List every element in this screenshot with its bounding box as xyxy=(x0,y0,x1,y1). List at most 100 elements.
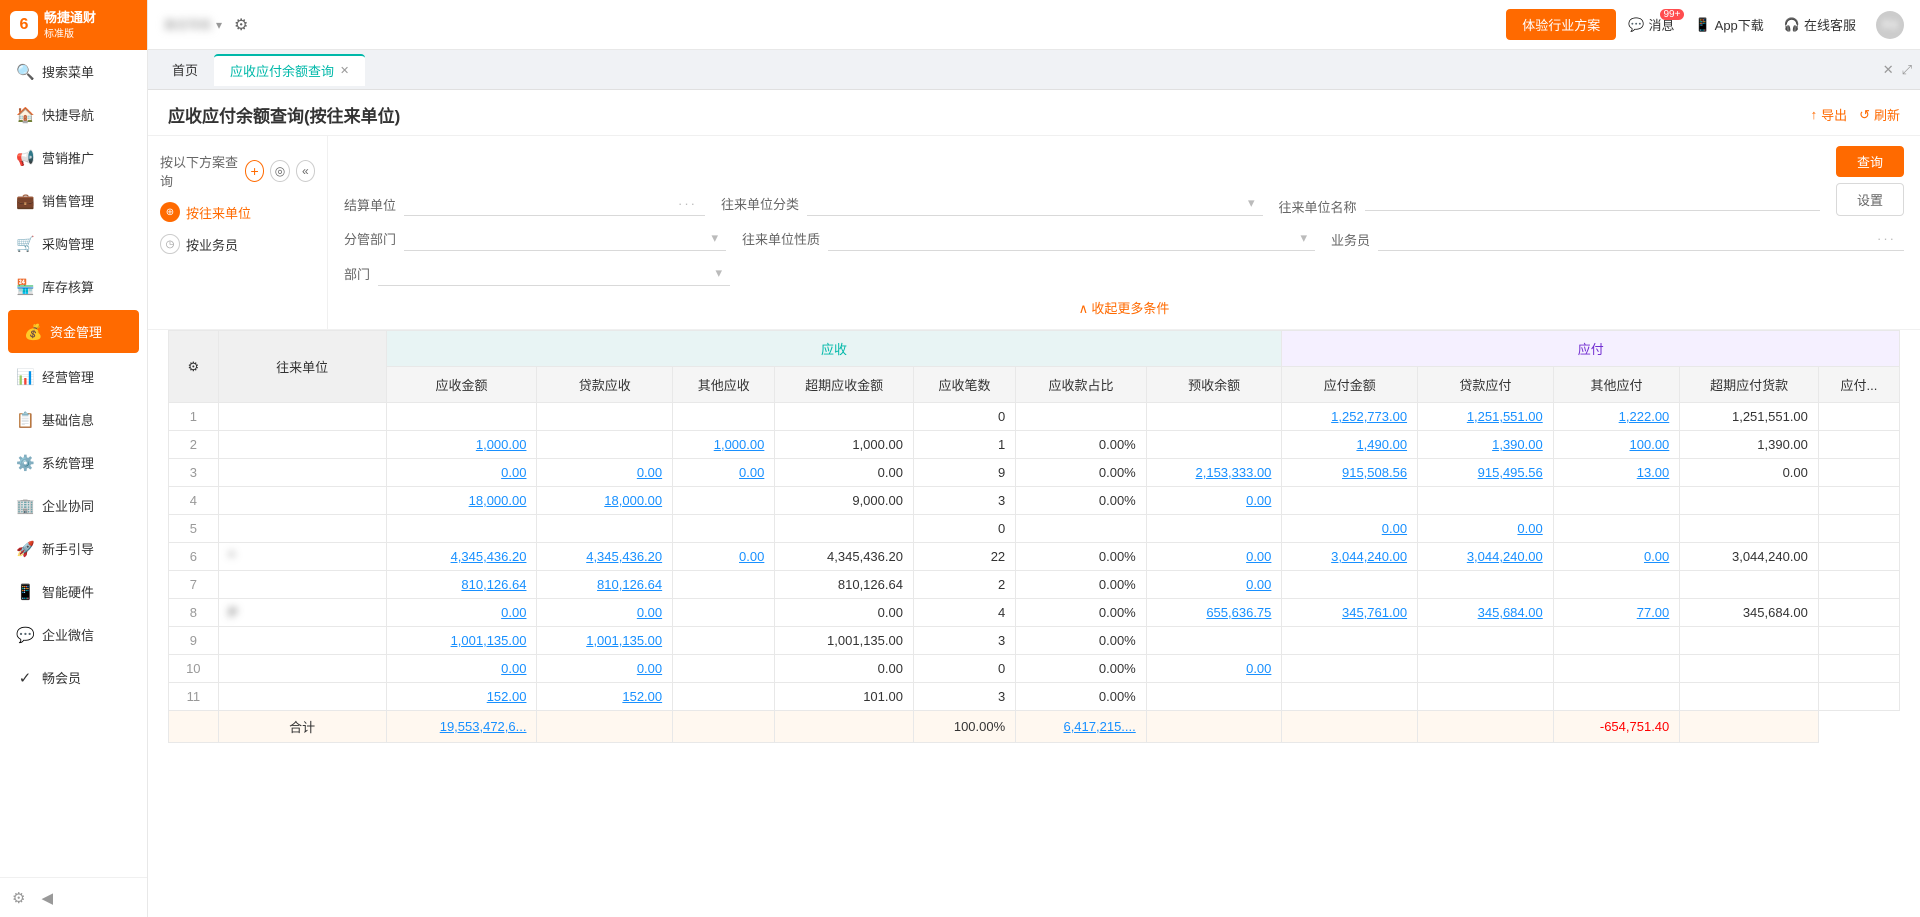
dept-select[interactable]: ▾ xyxy=(378,261,730,286)
table-cell[interactable]: 0.00 xyxy=(537,599,673,627)
sidebar-item-enterprise[interactable]: 🏢 企业协同 xyxy=(0,484,147,527)
table-cell[interactable]: 1,490.00 xyxy=(1282,431,1418,459)
table-cell[interactable]: 13.00 xyxy=(1553,459,1680,487)
filter-buttons: 查询 设置 xyxy=(1836,146,1904,216)
table-cell[interactable]: 4,345,436.20 xyxy=(386,543,537,571)
table-cell[interactable]: 810,126.64 xyxy=(537,571,673,599)
sidebar-item-guide[interactable]: 🚀 新手引导 xyxy=(0,527,147,570)
collapse-sidebar-icon[interactable]: ◀ xyxy=(41,889,53,907)
sidebar-item-operations[interactable]: 📊 经营管理 xyxy=(0,355,147,398)
table-cell[interactable]: 0.00 xyxy=(1553,543,1680,571)
query-button[interactable]: 查询 xyxy=(1836,146,1904,177)
table-cell[interactable]: 0.00 xyxy=(1146,487,1282,515)
table-cell[interactable]: 100.00 xyxy=(1553,431,1680,459)
table-cell[interactable]: 345,761.00 xyxy=(1282,599,1418,627)
close-window-icon[interactable]: ✕ xyxy=(1883,62,1894,78)
table-cell[interactable]: 2,153,333.00 xyxy=(1146,459,1282,487)
table-cell[interactable]: 18,000.00 xyxy=(537,487,673,515)
sidebar-item-quicknav[interactable]: 🏠 快捷导航 xyxy=(0,93,147,136)
table-cell[interactable]: 1,001,135.00 xyxy=(537,627,673,655)
settings-button[interactable]: 设置 xyxy=(1836,183,1904,216)
message-button[interactable]: 💬 消息 99+ xyxy=(1628,15,1674,34)
table-cell[interactable]: 152.00 xyxy=(537,683,673,711)
table-cell[interactable]: 1,001,135.00 xyxy=(386,627,537,655)
table-cell[interactable]: 0.00 xyxy=(1146,655,1282,683)
table-cell[interactable]: 655,636.75 xyxy=(1146,599,1282,627)
dept-mgr-select[interactable]: ▾ xyxy=(404,226,726,251)
settings-footer-icon[interactable]: ⚙ xyxy=(12,889,25,907)
sidebar-item-finance[interactable]: 💰 资金管理 xyxy=(8,310,139,353)
sidebar-item-basics[interactable]: 📋 基础信息 xyxy=(0,398,147,441)
settlement-unit-input[interactable]: ··· xyxy=(404,192,705,216)
refresh-button[interactable]: ↺ 刷新 xyxy=(1859,105,1900,124)
table-cell[interactable]: 1,000.00 xyxy=(386,431,537,459)
table-cell[interactable]: 0.00 xyxy=(673,543,775,571)
guide-icon: 🚀 xyxy=(16,540,34,558)
salesman-input[interactable]: ··· xyxy=(1378,227,1904,251)
table-cell[interactable]: 1,251,551.00 xyxy=(1418,403,1554,431)
table-cell: 22 xyxy=(913,543,1015,571)
sidebar-item-system[interactable]: ⚙️ 系统管理 xyxy=(0,441,147,484)
footer-ar-total[interactable]: 19,553,472,6... xyxy=(386,711,537,743)
tab-ar-ap[interactable]: 应收应付余额查询 ✕ xyxy=(214,54,365,86)
table-cell[interactable]: 0.00 xyxy=(1282,515,1418,543)
chevron-down-nature: ▾ xyxy=(1300,230,1307,246)
online-service-button[interactable]: 🎧 在线客服 xyxy=(1784,15,1856,34)
user-avatar[interactable]: Rit xyxy=(1876,11,1904,39)
table-cell[interactable]: 0.00 xyxy=(386,599,537,627)
col-settings-icon[interactable]: ⚙ xyxy=(169,331,219,403)
sidebar-item-marketing[interactable]: 📢 营销推广 xyxy=(0,136,147,179)
table-cell[interactable]: 345,684.00 xyxy=(1418,599,1554,627)
table-cell[interactable]: 0.00 xyxy=(537,459,673,487)
wechat-icon: 💬 xyxy=(16,626,34,644)
tab-close-icon[interactable]: ✕ xyxy=(340,64,349,77)
inventory-icon: 🏪 xyxy=(16,278,34,296)
table-cell[interactable]: 3,044,240.00 xyxy=(1418,543,1554,571)
table-cell[interactable]: 0.00 xyxy=(386,655,537,683)
gear-icon[interactable]: ⚙ xyxy=(234,15,248,35)
table-cell[interactable]: 810,126.64 xyxy=(386,571,537,599)
collapse-more-button[interactable]: ∧ 收起更多条件 xyxy=(344,292,1904,319)
table-cell[interactable]: 0.00 xyxy=(386,459,537,487)
scheme-setting-button[interactable]: ◎ xyxy=(270,160,289,182)
sidebar-item-sales[interactable]: 💼 销售管理 xyxy=(0,179,147,222)
sidebar-item-inventory[interactable]: 🏪 库存核算 xyxy=(0,265,147,308)
table-cell[interactable]: 1,252,773.00 xyxy=(1282,403,1418,431)
table-cell[interactable]: 4,345,436.20 xyxy=(537,543,673,571)
table-cell[interactable]: 0.00 xyxy=(537,655,673,683)
table-cell[interactable]: 77.00 xyxy=(1553,599,1680,627)
sidebar-nav: 🔍 搜索菜单 🏠 快捷导航 📢 营销推广 💼 销售管理 🛒 采购管理 🏪 库存核… xyxy=(0,50,147,877)
scheme-collapse-button[interactable]: « xyxy=(296,160,315,182)
table-cell[interactable]: 3,044,240.00 xyxy=(1282,543,1418,571)
table-cell[interactable]: 915,508.56 xyxy=(1282,459,1418,487)
unit-category-select[interactable]: ▾ xyxy=(807,191,1262,216)
sidebar-item-purchase[interactable]: 🛒 采购管理 xyxy=(0,222,147,265)
table-cell[interactable]: 1,000.00 xyxy=(673,431,775,459)
table-cell: 345,684.00 xyxy=(1680,599,1819,627)
table-cell[interactable]: 152.00 xyxy=(386,683,537,711)
query-option-by-unit[interactable]: ⊕ 按往来单位 xyxy=(148,196,327,228)
app-download-button[interactable]: 📱 App下载 xyxy=(1694,15,1763,34)
unit-nature-select[interactable]: ▾ xyxy=(828,226,1315,251)
table-cell[interactable]: 0.00 xyxy=(1146,543,1282,571)
unit-name-input[interactable] xyxy=(1365,202,1820,211)
add-scheme-button[interactable]: + xyxy=(245,160,264,182)
table-cell[interactable]: 0.00 xyxy=(1146,571,1282,599)
table-cell[interactable]: 1,390.00 xyxy=(1418,431,1554,459)
table-cell[interactable]: 0.00 xyxy=(673,459,775,487)
sidebar-item-wechat[interactable]: 💬 企业微信 xyxy=(0,613,147,656)
home-icon: 🏠 xyxy=(16,106,34,124)
table-cell[interactable]: 18,000.00 xyxy=(386,487,537,515)
table-cell[interactable]: 0.00 xyxy=(1418,515,1554,543)
sidebar-item-member[interactable]: ✓ 畅会员 xyxy=(0,656,147,699)
query-option-by-salesman[interactable]: ◷ 按业务员 xyxy=(148,228,327,260)
table-cell[interactable]: 915,495.56 xyxy=(1418,459,1554,487)
footer-ap-prepay[interactable]: 6,417,215.... xyxy=(1016,711,1147,743)
sidebar-item-hardware[interactable]: 📱 智能硬件 xyxy=(0,570,147,613)
tab-home[interactable]: 首页 xyxy=(156,54,214,86)
table-cell[interactable]: 1,222.00 xyxy=(1553,403,1680,431)
solution-button[interactable]: 体验行业方案 xyxy=(1506,9,1616,40)
maximize-icon[interactable]: ⤢ xyxy=(1902,62,1912,78)
export-button[interactable]: ↑ 导出 xyxy=(1811,105,1848,124)
sidebar-item-search[interactable]: 🔍 搜索菜单 xyxy=(0,50,147,93)
